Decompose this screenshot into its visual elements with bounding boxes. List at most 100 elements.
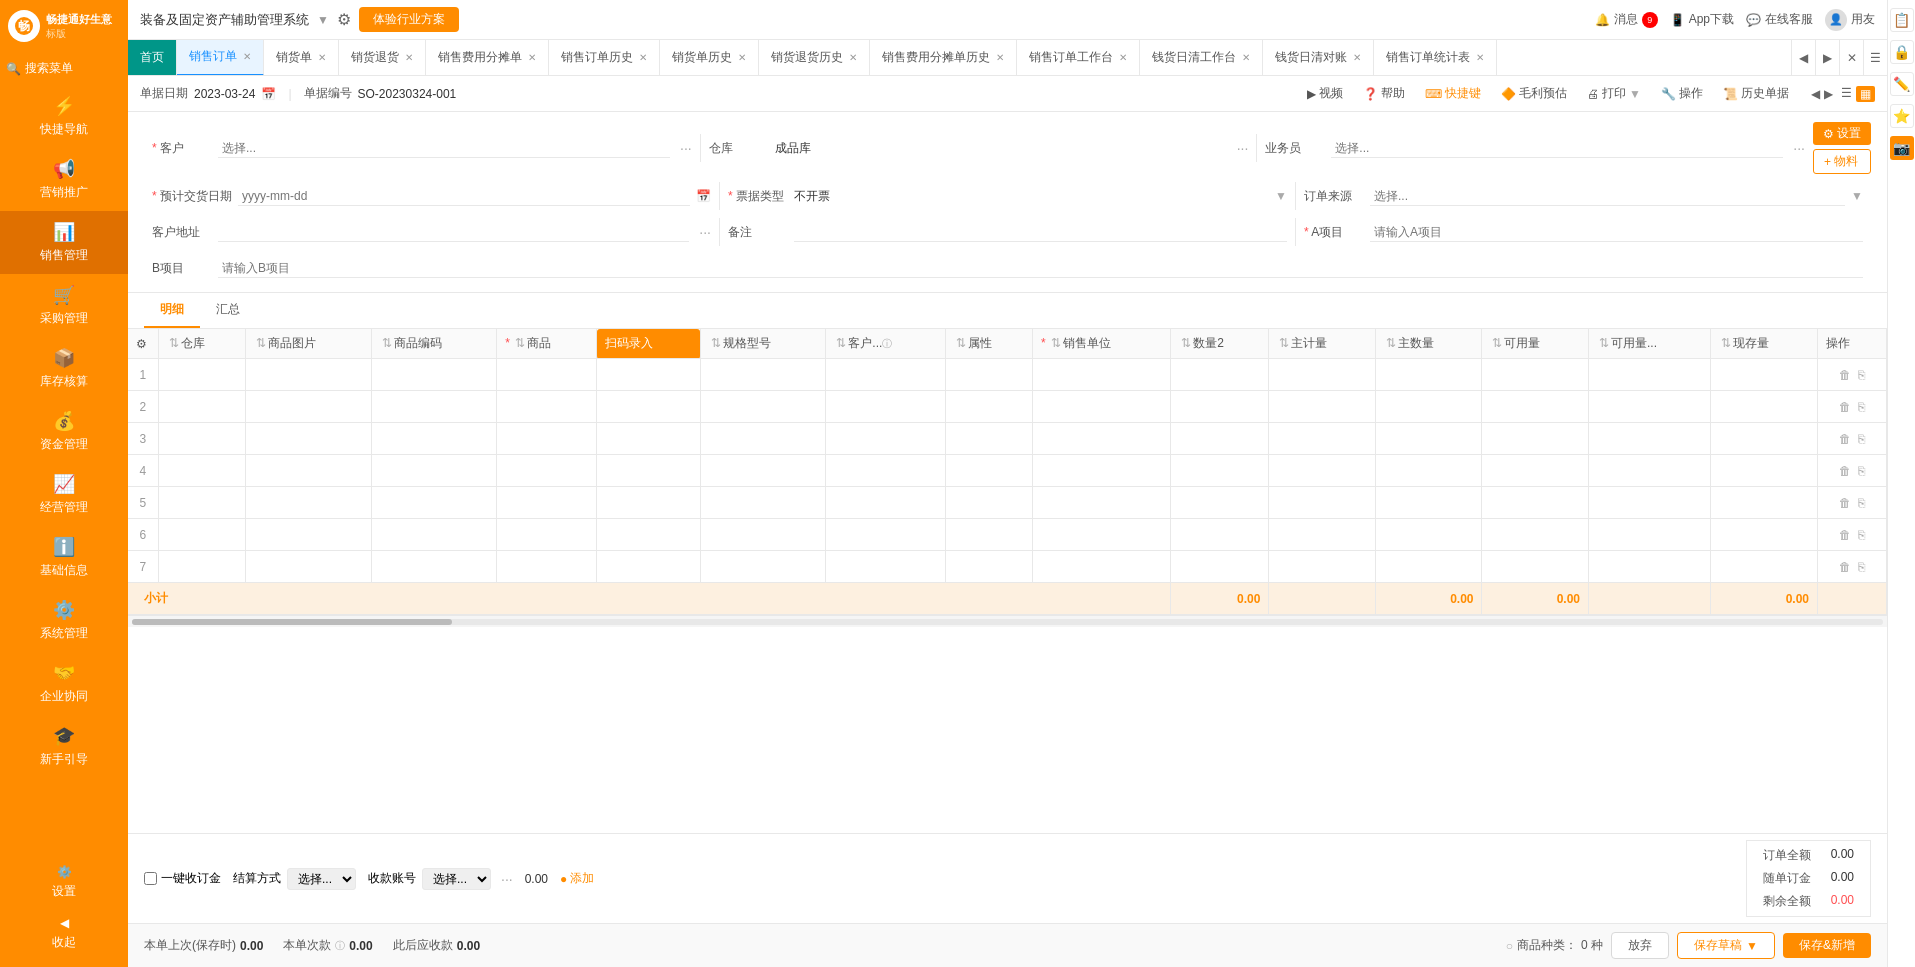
- th-stock[interactable]: ⇅现存量: [1711, 329, 1818, 359]
- th-product[interactable]: ⇅商品: [497, 329, 597, 359]
- row-5-action[interactable]: 🗑 ⎘: [1818, 487, 1887, 519]
- row-2-attr[interactable]: [945, 391, 1032, 423]
- tab-sales-return-close[interactable]: ✕: [405, 52, 413, 63]
- th-spec[interactable]: ⇅规格型号: [700, 329, 826, 359]
- discard-btn[interactable]: 放弃: [1611, 932, 1669, 959]
- account-select[interactable]: 选择...: [422, 868, 491, 890]
- online-service-btn[interactable]: 💬 在线客服: [1746, 11, 1813, 28]
- right-panel-btn-3[interactable]: ✏️: [1890, 72, 1914, 96]
- row-2-warehouse[interactable]: [158, 391, 245, 423]
- th-settings[interactable]: ⚙: [128, 329, 158, 359]
- row-2-copy-icon[interactable]: ⎘: [1858, 400, 1865, 414]
- tab-money-workbench[interactable]: 钱货日清工作台 ✕: [1140, 40, 1263, 76]
- th-unit[interactable]: ⇅销售单位: [1033, 329, 1171, 359]
- row-2-customer[interactable]: [826, 391, 945, 423]
- save-draft-dropdown-icon[interactable]: ▼: [1746, 939, 1758, 953]
- delivery-calendar-icon[interactable]: 📅: [696, 189, 711, 203]
- sidebar-item-basics[interactable]: ℹ️ 基础信息: [0, 526, 128, 589]
- th-code[interactable]: ⇅商品编码: [371, 329, 497, 359]
- salesperson-expand-icon[interactable]: ···: [1793, 140, 1805, 156]
- tab-sales-workbench[interactable]: 销售订单工作台 ✕: [1017, 40, 1140, 76]
- right-panel-btn-2[interactable]: 🔒: [1890, 40, 1914, 64]
- row-7-action[interactable]: 🗑 ⎘: [1818, 551, 1887, 583]
- save-new-btn[interactable]: 保存&新增: [1783, 933, 1871, 958]
- row-1-attr[interactable]: [945, 359, 1032, 391]
- tab-money-workbench-close[interactable]: ✕: [1242, 52, 1250, 63]
- navtabs-prev[interactable]: ◀: [1791, 40, 1815, 76]
- row-2-delete-icon[interactable]: 🗑: [1839, 400, 1851, 414]
- row-3-warehouse[interactable]: [158, 423, 245, 455]
- invoice-type-dropdown-icon[interactable]: ▼: [1275, 189, 1287, 203]
- row-4-copy-icon[interactable]: ⎘: [1858, 464, 1865, 478]
- table-scrollbar[interactable]: [128, 615, 1887, 627]
- order-source-dropdown-icon[interactable]: ▼: [1851, 189, 1863, 203]
- row-1-main-unit[interactable]: [1269, 359, 1376, 391]
- payment-method-select[interactable]: 选择...: [287, 868, 356, 890]
- sidebar-item-purchase[interactable]: 🛒 采购管理: [0, 274, 128, 337]
- row-3-copy-icon[interactable]: ⎘: [1858, 432, 1865, 446]
- th-attr[interactable]: ⇅属性: [945, 329, 1032, 359]
- row-6-action[interactable]: 🗑 ⎘: [1818, 519, 1887, 551]
- row-4-delete-icon[interactable]: 🗑: [1839, 464, 1851, 478]
- shortcut-btn[interactable]: ⌨ 快捷键: [1419, 83, 1487, 104]
- row-2-main-qty[interactable]: [1375, 391, 1482, 423]
- tab-sales-stats-close[interactable]: ✕: [1476, 52, 1484, 63]
- row-1-unit[interactable]: [1033, 359, 1171, 391]
- right-panel-btn-4[interactable]: ⭐: [1890, 104, 1914, 128]
- row-7-copy-icon[interactable]: ⎘: [1858, 560, 1865, 574]
- sidebar-item-inventory[interactable]: 📦 库存核算: [0, 337, 128, 400]
- sidebar-item-guide[interactable]: 🎓 新手引导: [0, 715, 128, 778]
- scrollbar-track[interactable]: [132, 619, 1883, 625]
- sidebar-item-sales[interactable]: 📊 销售管理: [0, 211, 128, 274]
- tab-sales-order-hist-close[interactable]: ✕: [639, 52, 647, 63]
- row-2-code[interactable]: [371, 391, 497, 423]
- print-btn[interactable]: 🖨 打印 ▼: [1581, 83, 1647, 104]
- tab-sales-stats[interactable]: 销售订单统计表 ✕: [1374, 40, 1497, 76]
- th-customer[interactable]: ⇅客户...ⓘ: [826, 329, 945, 359]
- tab-sales-order[interactable]: 销售订单 ✕: [177, 40, 264, 76]
- customer-addr-input[interactable]: [218, 223, 689, 242]
- card-view-btn[interactable]: ▦: [1856, 86, 1875, 102]
- th-qty2[interactable]: ⇅数量2: [1171, 329, 1269, 359]
- tab-sales-fee-close[interactable]: ✕: [528, 52, 536, 63]
- save-draft-btn[interactable]: 保存草稿 ▼: [1677, 932, 1775, 959]
- row-1-warehouse[interactable]: [158, 359, 245, 391]
- tab-sales-goods-hist-close[interactable]: ✕: [738, 52, 746, 63]
- row-1-delete-icon[interactable]: 🗑: [1839, 368, 1851, 382]
- row-2-unit[interactable]: [1033, 391, 1171, 423]
- sidebar-item-operations[interactable]: 📈 经营管理: [0, 463, 128, 526]
- footer-add-btn[interactable]: ● 添加: [560, 870, 594, 887]
- add-material-btn[interactable]: + 物料: [1813, 149, 1871, 174]
- industry-btn[interactable]: 体验行业方案: [359, 7, 459, 32]
- navtabs-next[interactable]: ▶: [1815, 40, 1839, 76]
- th-main-qty[interactable]: ⇅主数量: [1375, 329, 1482, 359]
- sidebar-item-marketing[interactable]: 📢 营销推广: [0, 148, 128, 211]
- topbar-dropdown-icon[interactable]: ▼: [317, 13, 329, 27]
- a-project-input[interactable]: [1370, 223, 1863, 242]
- tab-sales-return-hist-close[interactable]: ✕: [849, 52, 857, 63]
- salesperson-input[interactable]: [1331, 139, 1783, 158]
- row-6-copy-icon[interactable]: ⎘: [1858, 528, 1865, 542]
- tab-sales-goods[interactable]: 销货单 ✕: [264, 40, 339, 76]
- warehouse-expand-icon[interactable]: ···: [1237, 140, 1249, 156]
- tab-summary[interactable]: 汇总: [200, 293, 256, 328]
- th-available[interactable]: ⇅可用量: [1482, 329, 1589, 359]
- doc-date-value[interactable]: 2023-03-24: [194, 87, 255, 101]
- th-available2[interactable]: ⇅可用量...: [1589, 329, 1711, 359]
- topbar-gear-icon[interactable]: ⚙: [337, 10, 351, 29]
- tab-sales-fee[interactable]: 销售费用分摊单 ✕: [426, 40, 549, 76]
- row-2-spec[interactable]: [700, 391, 826, 423]
- tab-detail[interactable]: 明细: [144, 293, 200, 328]
- settings-btn[interactable]: ⚙ 设置: [1813, 122, 1871, 145]
- sidebar-item-system[interactable]: ⚙️ 系统管理: [0, 589, 128, 652]
- calendar-icon[interactable]: 📅: [261, 87, 276, 101]
- order-source-input[interactable]: [1370, 187, 1845, 206]
- row-1-code[interactable]: [371, 359, 497, 391]
- sidebar-item-finance[interactable]: 💰 资金管理: [0, 400, 128, 463]
- help-btn[interactable]: ❓ 帮助: [1357, 83, 1411, 104]
- profit-btn[interactable]: 🔶 毛利预估: [1495, 83, 1573, 104]
- tab-sales-fee-hist[interactable]: 销售费用分摊单历史 ✕: [870, 40, 1017, 76]
- user-menu[interactable]: 👤 用友: [1825, 9, 1875, 31]
- sidebar-item-search[interactable]: 🔍 搜索菜单: [0, 52, 128, 85]
- row-1-qty2[interactable]: [1171, 359, 1269, 391]
